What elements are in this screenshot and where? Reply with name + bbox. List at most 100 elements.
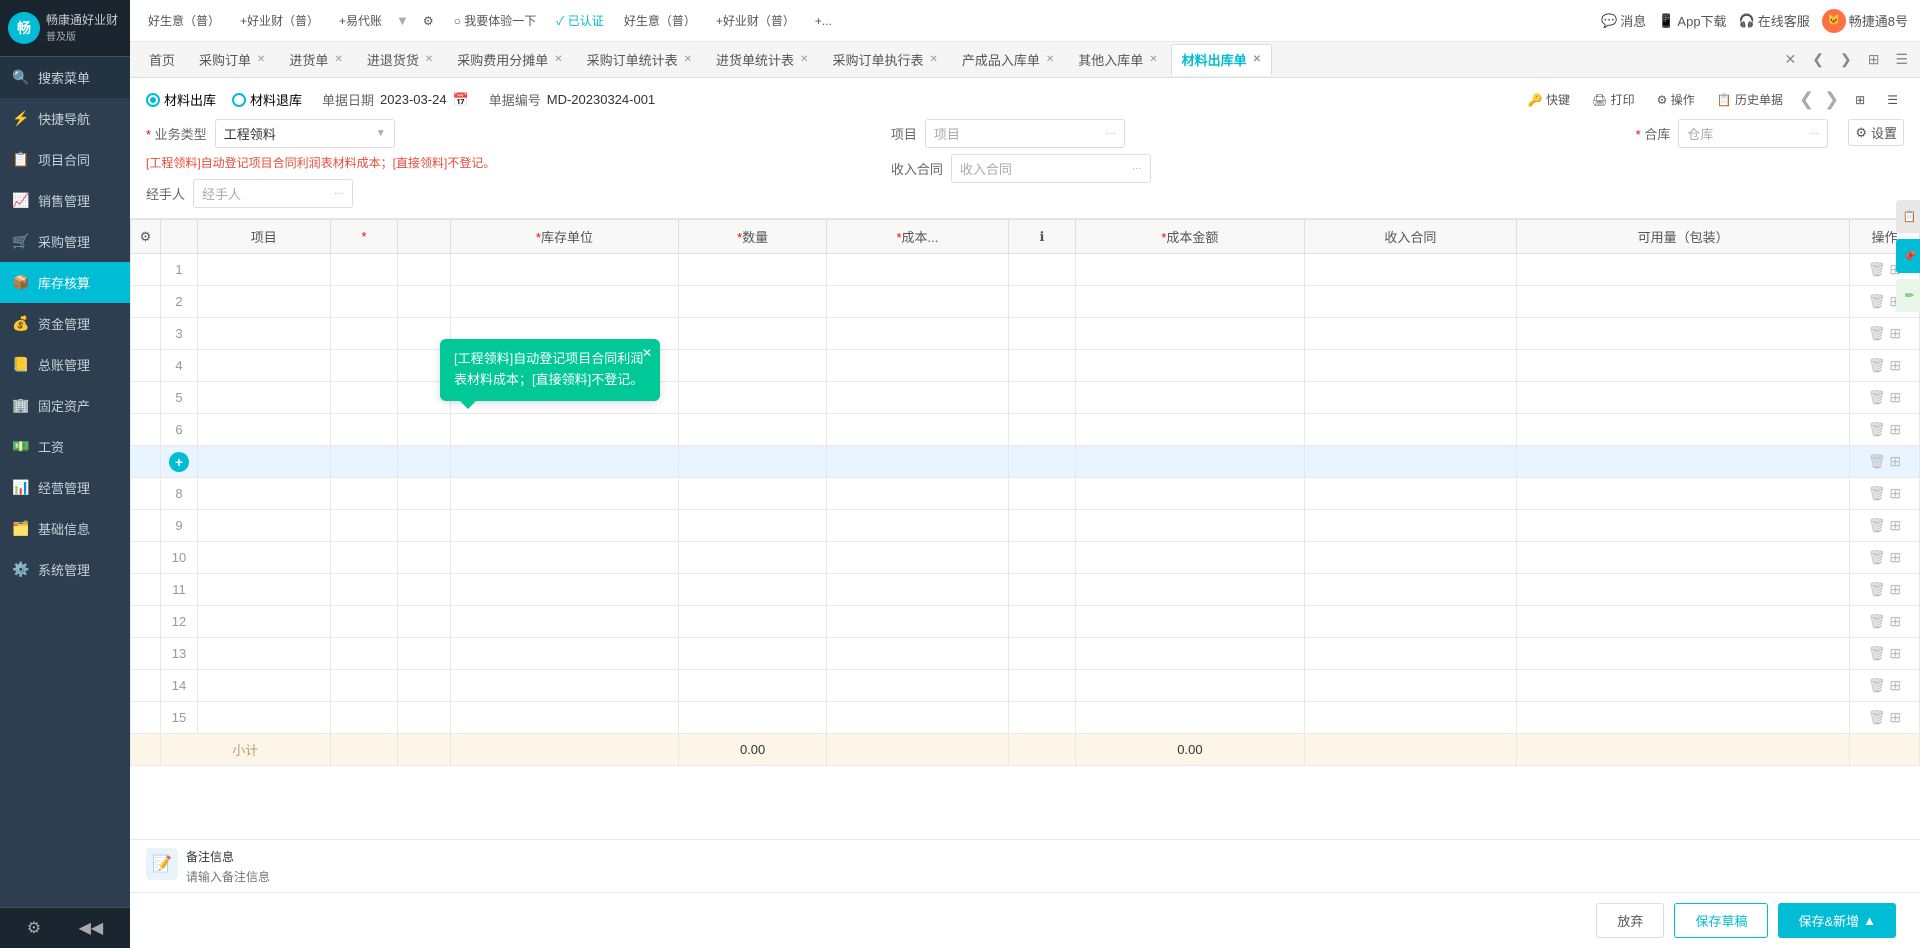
- row-quantity-cell[interactable]: [679, 574, 827, 606]
- row-cost-amount-cell[interactable]: [1076, 286, 1304, 318]
- row-unit-cell[interactable]: [450, 286, 678, 318]
- sidebar-item-system[interactable]: ⚙️ 系统管理: [0, 549, 130, 590]
- row-material-cell[interactable]: [330, 254, 398, 286]
- topbar-more[interactable]: +...: [809, 10, 838, 32]
- copy-row-icon[interactable]: ⊞: [1889, 485, 1901, 501]
- delete-row-icon[interactable]: 🗑: [1868, 517, 1886, 533]
- sidebar-item-shortcut[interactable]: ⚡ 快捷导航: [0, 98, 130, 139]
- row-unit-cell[interactable]: [450, 638, 678, 670]
- delete-row-icon[interactable]: 🗑: [1868, 581, 1886, 597]
- row-cost-price-cell[interactable]: [827, 414, 1008, 446]
- delete-row-icon[interactable]: 🗑: [1868, 613, 1886, 629]
- copy-row-icon[interactable]: ⊞: [1889, 325, 1901, 341]
- row-quantity-cell[interactable]: [679, 510, 827, 542]
- delete-row-icon[interactable]: 🗑: [1868, 357, 1886, 373]
- row-available-cell[interactable]: [1517, 702, 1850, 734]
- row-spec-cell[interactable]: [398, 574, 450, 606]
- row-cost-price-cell[interactable]: [827, 446, 1008, 478]
- topbar-certified[interactable]: ✓ 已认证: [550, 8, 610, 33]
- topbar-hs2[interactable]: 好生意（普）: [618, 8, 702, 33]
- tab-close-purchase-expense[interactable]: ✕: [554, 54, 562, 65]
- tab-close-incoming-return[interactable]: ✕: [425, 54, 433, 65]
- topbar-dropdown-icon[interactable]: ▼: [396, 13, 409, 28]
- row-unit-cell[interactable]: [450, 670, 678, 702]
- sidebar-item-ledger[interactable]: 📒 总账管理: [0, 344, 130, 385]
- row-project-cell[interactable]: [198, 318, 331, 350]
- tab-close-incoming-stat[interactable]: ✕: [800, 54, 808, 65]
- row-income-contract-cell[interactable]: [1304, 414, 1517, 446]
- row-cost-amount-cell[interactable]: [1076, 574, 1304, 606]
- row-income-contract-cell[interactable]: [1304, 702, 1517, 734]
- tab-close-purchase-exec[interactable]: ✕: [929, 54, 937, 65]
- right-edge-btn1[interactable]: 📋: [1896, 200, 1920, 233]
- topbar-yidazhang[interactable]: +易代账: [333, 8, 388, 33]
- online-service-btn[interactable]: 🎧 在线客服: [1739, 11, 1810, 30]
- nav-prev-btn[interactable]: ❮: [1799, 89, 1814, 110]
- sidebar-item-project[interactable]: 📋 项目合同: [0, 139, 130, 180]
- row-available-cell[interactable]: [1517, 574, 1850, 606]
- row-cost-amount-cell[interactable]: [1076, 382, 1304, 414]
- settings-shortcut-icon[interactable]: ⚙: [27, 918, 41, 938]
- row-unit-cell[interactable]: [450, 414, 678, 446]
- tab-material-out[interactable]: 材料出库单✕: [1171, 44, 1272, 75]
- row-spec-cell[interactable]: [398, 670, 450, 702]
- sidebar-item-assets[interactable]: 🏢 固定资产: [0, 385, 130, 426]
- row-unit-cell[interactable]: [450, 574, 678, 606]
- copy-row-icon[interactable]: ⊞: [1889, 677, 1901, 693]
- row-project-cell[interactable]: [198, 254, 331, 286]
- row-cost-price-cell[interactable]: [827, 510, 1008, 542]
- row-project-cell[interactable]: [198, 542, 331, 574]
- tab-close-other-stock[interactable]: ✕: [1149, 54, 1157, 65]
- row-income-contract-cell[interactable]: [1304, 542, 1517, 574]
- row-quantity-cell[interactable]: [679, 638, 827, 670]
- topbar-haoshengyi[interactable]: 好生意（普）: [142, 8, 226, 33]
- right-edge-btn2[interactable]: 📌: [1896, 239, 1920, 272]
- copy-row-icon[interactable]: ⊞: [1889, 421, 1901, 437]
- row-quantity-cell[interactable]: [679, 670, 827, 702]
- row-spec-cell[interactable]: [398, 286, 450, 318]
- row-quantity-cell[interactable]: [679, 606, 827, 638]
- row-project-cell[interactable]: [198, 670, 331, 702]
- tab-home[interactable]: 首页: [138, 44, 186, 75]
- delete-row-icon[interactable]: 🗑: [1868, 709, 1886, 725]
- row-income-contract-cell[interactable]: [1304, 510, 1517, 542]
- row-cost-amount-cell[interactable]: [1076, 510, 1304, 542]
- message-btn[interactable]: 💬 消息: [1601, 11, 1646, 30]
- topbar-haoyecai[interactable]: +好业财（普）: [234, 8, 325, 33]
- delete-row-icon[interactable]: 🗑: [1868, 453, 1886, 469]
- copy-row-icon[interactable]: ⊞: [1889, 549, 1901, 565]
- tab-incoming[interactable]: 进货单✕: [278, 44, 353, 75]
- row-spec-cell[interactable]: [398, 542, 450, 574]
- nav-next-btn[interactable]: ❯: [1824, 89, 1839, 110]
- row-available-cell[interactable]: [1517, 478, 1850, 510]
- user-info[interactable]: 🐱 畅捷通8号: [1822, 9, 1908, 33]
- row-income-contract-cell[interactable]: [1304, 318, 1517, 350]
- handler-select[interactable]: 经手人 ···: [193, 179, 353, 208]
- sidebar-item-inventory[interactable]: 📦 库存核算: [0, 262, 130, 303]
- radio-material-return[interactable]: 材料退库: [232, 90, 302, 109]
- row-cost-price-cell[interactable]: [827, 638, 1008, 670]
- row-material-cell[interactable]: [330, 638, 398, 670]
- sidebar-item-sales[interactable]: 📈 销售管理: [0, 180, 130, 221]
- row-quantity-cell[interactable]: [679, 702, 827, 734]
- row-cost-amount-cell[interactable]: [1076, 254, 1304, 286]
- topbar-experience[interactable]: ○ 我要体验一下: [448, 8, 543, 33]
- row-quantity-cell[interactable]: [679, 254, 827, 286]
- row-project-cell[interactable]: [198, 574, 331, 606]
- row-available-cell[interactable]: [1517, 638, 1850, 670]
- row-unit-cell[interactable]: [450, 702, 678, 734]
- tab-finished-goods[interactable]: 产成品入库单✕: [951, 44, 1065, 75]
- row-material-cell[interactable]: [330, 574, 398, 606]
- row-income-contract-cell[interactable]: [1304, 574, 1517, 606]
- list-layout-btn[interactable]: ☰: [1881, 90, 1904, 110]
- row-available-cell[interactable]: [1517, 670, 1850, 702]
- row-spec-cell[interactable]: [398, 638, 450, 670]
- row-material-cell[interactable]: [330, 702, 398, 734]
- delete-row-icon[interactable]: 🗑: [1868, 549, 1886, 565]
- row-income-contract-cell[interactable]: [1304, 350, 1517, 382]
- row-material-cell[interactable]: [330, 318, 398, 350]
- tab-close-material-out[interactable]: ✕: [1253, 54, 1261, 65]
- row-material-cell[interactable]: [330, 478, 398, 510]
- row-available-cell[interactable]: [1517, 414, 1850, 446]
- row-unit-cell[interactable]: [450, 254, 678, 286]
